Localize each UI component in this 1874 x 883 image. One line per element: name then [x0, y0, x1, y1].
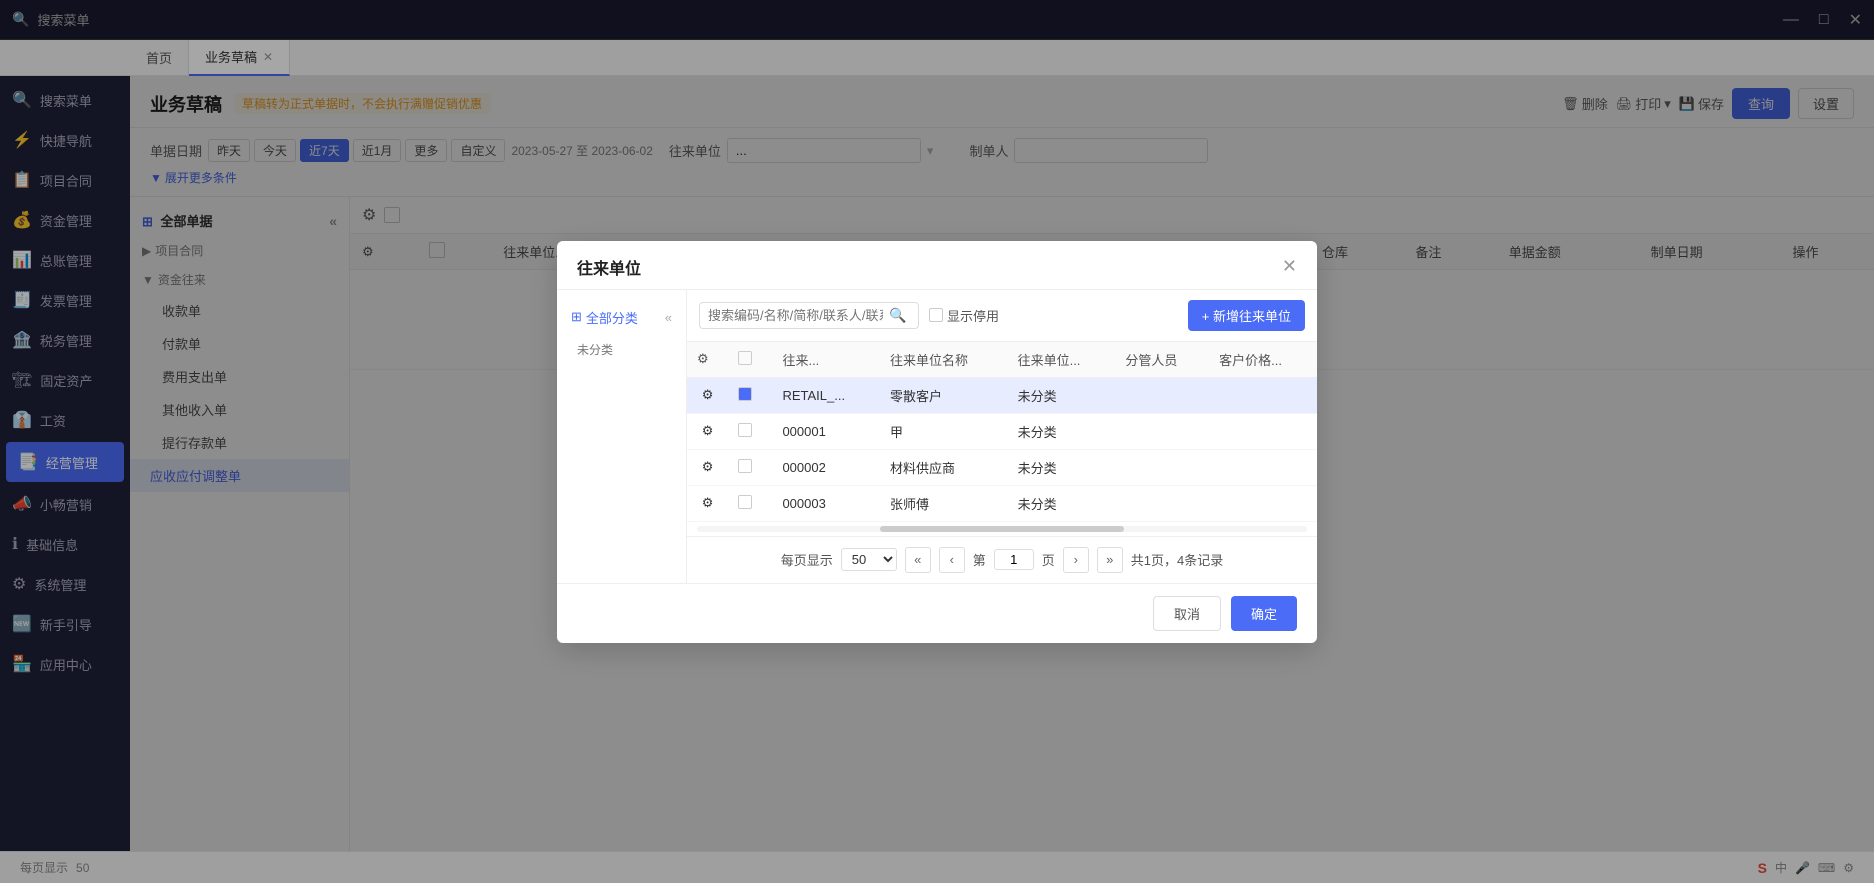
confirm-button[interactable]: 确定: [1231, 596, 1297, 631]
row-1-name: 零散客户: [880, 377, 1008, 413]
modal-col-price[interactable]: 客户价格...: [1209, 342, 1317, 378]
modal-sidebar-all[interactable]: ⊞ 全部分类 «: [557, 300, 686, 335]
row-2-name: 甲: [880, 413, 1008, 449]
modal-col-name[interactable]: 往来单位名称: [880, 342, 1008, 378]
modal-title: 往来单位: [577, 255, 641, 279]
row-2-price: [1209, 413, 1317, 449]
row-1-price: [1209, 377, 1317, 413]
table-row[interactable]: ⚙ 000001 甲 未分类: [687, 413, 1317, 449]
table-row[interactable]: ⚙ 000002 材料供应商 未分类: [687, 449, 1317, 485]
page-number-input[interactable]: [994, 549, 1034, 570]
row-1-salesperson: [1115, 377, 1209, 413]
row-1-code: RETAIL_...: [772, 377, 880, 413]
modal-sidebar-unclassified[interactable]: 未分类: [557, 335, 686, 364]
search-icon-modal: 🔍: [889, 307, 906, 324]
first-page-button[interactable]: «: [905, 547, 931, 573]
row-4-checkbox[interactable]: [728, 485, 772, 521]
modal-footer: 取消 确定: [557, 583, 1317, 643]
total-info: 共1页，4条记录: [1131, 550, 1223, 569]
add-partner-button[interactable]: + 新增往来单位: [1188, 300, 1305, 331]
row-2-category: 未分类: [1008, 413, 1116, 449]
show-disabled-label: 显示停用: [947, 306, 999, 325]
page-size-select[interactable]: 10 20 50 100: [841, 548, 897, 571]
row-3-category: 未分类: [1008, 449, 1116, 485]
modal-pagination: 每页显示 10 20 50 100 « ‹ 第 页 › »: [687, 536, 1317, 583]
row-3-price: [1209, 449, 1317, 485]
modal-col-code[interactable]: 往来...: [772, 342, 880, 378]
row-3-salesperson: [1115, 449, 1209, 485]
show-disabled-checkbox[interactable]: [929, 308, 943, 322]
table-row[interactable]: ⚙ RETAIL_... 零散客户 未分类: [687, 377, 1317, 413]
modal-table: ⚙ 往来... 往来单位名称 往来单位... 分管人员 客户价格...: [687, 342, 1317, 522]
modal-search-box: 🔍: [699, 302, 919, 329]
row-3-settings[interactable]: ⚙: [687, 449, 728, 485]
row-1-category: 未分类: [1008, 377, 1116, 413]
modal-scrollbar-thumb[interactable]: [880, 526, 1124, 532]
row-2-checkbox[interactable]: [728, 413, 772, 449]
modal-sidebar-unclassified-label: 未分类: [577, 343, 613, 357]
page-suffix: 页: [1042, 550, 1055, 569]
modal-sidebar: ⊞ 全部分类 « 未分类: [557, 290, 687, 583]
modal-overlay: 往来单位 ✕ ⊞ 全部分类 « 未分类: [0, 0, 1874, 883]
modal-table-wrap: ⚙ 往来... 往来单位名称 往来单位... 分管人员 客户价格...: [687, 342, 1317, 522]
modal-sidebar-collapse-icon[interactable]: «: [665, 310, 672, 325]
prev-page-button[interactable]: ‹: [939, 547, 965, 573]
modal-col-settings[interactable]: ⚙: [687, 342, 728, 378]
next-page-button[interactable]: ›: [1063, 547, 1089, 573]
modal-search-input[interactable]: [708, 308, 883, 323]
cancel-button[interactable]: 取消: [1153, 596, 1221, 631]
modal-dialog: 往来单位 ✕ ⊞ 全部分类 « 未分类: [557, 241, 1317, 643]
grid-icon-modal: ⊞: [571, 309, 582, 325]
row-4-salesperson: [1115, 485, 1209, 521]
show-disabled-option[interactable]: 显示停用: [929, 306, 999, 325]
modal-toolbar: 🔍 显示停用 + 新增往来单位: [687, 290, 1317, 342]
modal-close-button[interactable]: ✕: [1282, 256, 1297, 277]
row-1-checkbox[interactable]: [728, 377, 772, 413]
modal-sidebar-all-label: 全部分类: [586, 308, 638, 327]
modal-body: ⊞ 全部分类 « 未分类 🔍: [557, 290, 1317, 583]
table-row[interactable]: ⚙ 000003 张师傅 未分类: [687, 485, 1317, 521]
row-4-category: 未分类: [1008, 485, 1116, 521]
modal-col-category[interactable]: 往来单位...: [1008, 342, 1116, 378]
modal-col-salesperson[interactable]: 分管人员: [1115, 342, 1209, 378]
page-size-label: 每页显示: [781, 550, 833, 569]
row-3-checkbox[interactable]: [728, 449, 772, 485]
row-4-name: 张师傅: [880, 485, 1008, 521]
row-4-settings[interactable]: ⚙: [687, 485, 728, 521]
row-2-settings[interactable]: ⚙: [687, 413, 728, 449]
row-4-code: 000003: [772, 485, 880, 521]
page-word: 第: [973, 550, 986, 569]
row-2-salesperson: [1115, 413, 1209, 449]
modal-scrollbar[interactable]: [697, 526, 1307, 532]
row-2-code: 000001: [772, 413, 880, 449]
row-3-name: 材料供应商: [880, 449, 1008, 485]
row-1-settings[interactable]: ⚙: [687, 377, 728, 413]
modal-col-checkbox[interactable]: [728, 342, 772, 378]
modal-content: 🔍 显示停用 + 新增往来单位 ⚙: [687, 290, 1317, 583]
last-page-button[interactable]: »: [1097, 547, 1123, 573]
row-4-price: [1209, 485, 1317, 521]
row-3-code: 000002: [772, 449, 880, 485]
modal-header: 往来单位 ✕: [557, 241, 1317, 290]
